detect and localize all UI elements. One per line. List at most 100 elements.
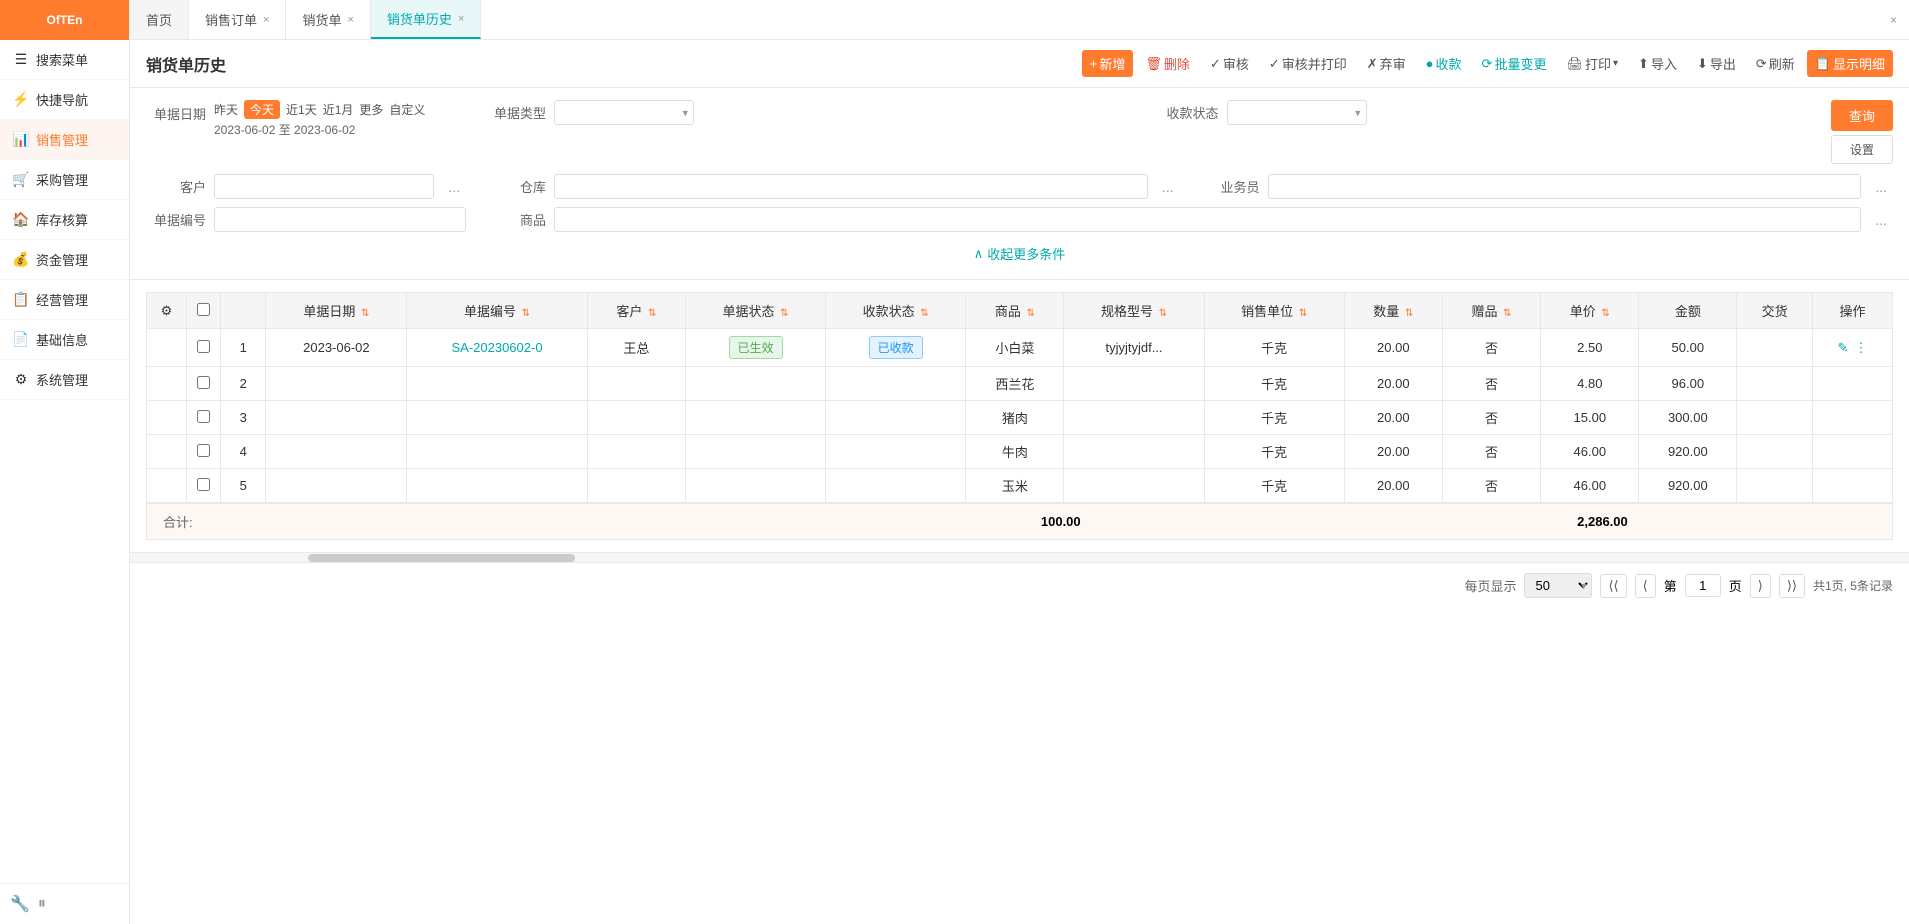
checkbox-cell[interactable] — [187, 401, 221, 435]
date-link-more[interactable]: 更多 — [359, 101, 383, 118]
date-link-7days[interactable]: 近1天 — [286, 101, 317, 118]
abandon-button[interactable]: ✗ 弃审 — [1359, 50, 1414, 77]
doc-status-col-header[interactable]: 单据状态 ⇅ — [685, 293, 825, 329]
goods-filter-input[interactable] — [554, 207, 1861, 232]
unit-price-cell: 4.80 — [1541, 367, 1639, 401]
collect-button[interactable]: ● 收款 — [1418, 50, 1470, 77]
row-checkbox[interactable] — [197, 444, 210, 457]
sidebar-bottom-icon1[interactable]: 🔧 — [10, 894, 30, 914]
audit-print-button[interactable]: ✓ 审核并打印 — [1261, 50, 1355, 77]
customer-filter-input[interactable] — [214, 174, 434, 199]
top-nav: 首页 销售订单 × 销货单 × 销货单历史 × × — [130, 0, 1909, 40]
checkbox-cell[interactable] — [187, 469, 221, 503]
goods-col-header[interactable]: 商品 ⇅ — [966, 293, 1064, 329]
tab-sales-order-label: 销售订单 — [205, 10, 257, 29]
close-sales-history-tab[interactable]: × — [458, 13, 464, 25]
sidebar-item-search-menu[interactable]: ☰ 搜索菜单 — [0, 40, 129, 80]
import-button[interactable]: ⬆ 导入 — [1630, 50, 1685, 77]
salesperson-ellipsis-btn[interactable]: ... — [1869, 177, 1893, 197]
spec-col-header[interactable]: 规格型号 ⇅ — [1064, 293, 1204, 329]
close-all-tabs[interactable]: × — [1878, 0, 1909, 39]
salesperson-filter-input[interactable] — [1268, 174, 1862, 199]
tab-home[interactable]: 首页 — [130, 0, 189, 39]
page-number-input[interactable] — [1685, 574, 1721, 597]
tab-sales-history[interactable]: 销货单历史 × — [371, 0, 481, 39]
checkbox-cell[interactable] — [187, 435, 221, 469]
amount-col-header: 金额 — [1639, 293, 1737, 329]
customer-col-header[interactable]: 客户 ⇅ — [587, 293, 685, 329]
date-link-custom[interactable]: 自定义 — [389, 101, 425, 118]
doc-no-col-header[interactable]: 单据编号 ⇅ — [407, 293, 587, 329]
show-detail-button[interactable]: 📋 显示明细 — [1807, 50, 1893, 77]
tab-sales-delivery[interactable]: 销货单 × — [286, 0, 370, 39]
qty-col-header[interactable]: 数量 ⇅ — [1344, 293, 1442, 329]
warehouse-filter-input[interactable] — [554, 174, 1148, 199]
row-checkbox[interactable] — [197, 340, 210, 353]
settings-button[interactable]: 设置 — [1831, 135, 1893, 164]
delete-button[interactable]: 🗑 删除 — [1137, 50, 1198, 77]
table-body: 1 2023-06-02 SA-20230602-0 王总 已生效 已收款 小白… — [147, 329, 1893, 503]
sidebar-item-sales-mgmt[interactable]: 📊 销售管理 — [0, 120, 129, 160]
collect-status-select[interactable] — [1227, 100, 1367, 125]
date-link-yesterday[interactable]: 昨天 — [214, 101, 238, 118]
sidebar-item-purchase-mgmt[interactable]: 🛒 采购管理 — [0, 160, 129, 200]
tab-sales-order[interactable]: 销售订单 × — [189, 0, 286, 39]
new-button[interactable]: + 新增 — [1082, 50, 1134, 77]
checkbox-cell[interactable] — [187, 367, 221, 401]
query-button[interactable]: 查询 — [1831, 100, 1893, 131]
table-row: 2 西兰花 千克 20.00 否 4.80 96.00 — [147, 367, 1893, 401]
gift-col-header[interactable]: 赠品 ⇅ — [1442, 293, 1540, 329]
sidebar-item-finance[interactable]: 💰 资金管理 — [0, 240, 129, 280]
export-label: 导出 — [1710, 54, 1736, 73]
customer-ellipsis-btn[interactable]: ... — [442, 177, 466, 197]
sidebar-item-base-info[interactable]: 📄 基础信息 — [0, 320, 129, 360]
checkbox-cell[interactable] — [187, 329, 221, 367]
doc-date-col-header[interactable]: 单据日期 ⇅ — [266, 293, 407, 329]
checkbox-col-header[interactable] — [187, 293, 221, 329]
unit-col-header[interactable]: 销售单位 ⇅ — [1204, 293, 1344, 329]
batch-change-button[interactable]: ⟳ 批量变更 — [1474, 50, 1555, 77]
collapse-filter-btn[interactable]: ∧ 收起更多条件 — [146, 240, 1893, 267]
refresh-button[interactable]: ⟳ 刷新 — [1748, 50, 1803, 77]
toolbar: + 新增 🗑 删除 ✓ 审核 ✓ 审核并打印 — [1082, 50, 1893, 77]
row-checkbox[interactable] — [197, 376, 210, 389]
sidebar-item-system-mgmt[interactable]: ⚙ 系统管理 — [0, 360, 129, 400]
doc-no-link[interactable]: SA-20230602-0 — [451, 340, 542, 355]
select-all-checkbox[interactable] — [197, 303, 210, 316]
total-qty-value: 100.00 — [1041, 514, 1081, 529]
print-button[interactable]: 🖨 打印 ▾ — [1558, 50, 1626, 77]
scrollbar-thumb[interactable] — [308, 554, 575, 562]
print-dropdown-icon: ▾ — [1613, 58, 1618, 69]
close-sales-order-tab[interactable]: × — [263, 14, 269, 26]
audit-button[interactable]: ✓ 审核 — [1202, 50, 1257, 77]
finance-icon: 💰 — [12, 251, 30, 269]
horizontal-scrollbar[interactable] — [130, 552, 1909, 562]
close-sales-delivery-tab[interactable]: × — [347, 14, 353, 26]
edit-action-btn[interactable]: ✎ — [1838, 340, 1849, 355]
sidebar-bottom-icon2[interactable]: ⏸ — [38, 895, 46, 913]
sidebar-item-inventory[interactable]: 🏠 库存核算 — [0, 200, 129, 240]
pay-status-col-header[interactable]: 收款状态 ⇅ — [826, 293, 966, 329]
prev-page-btn[interactable]: ⟨ — [1635, 574, 1656, 598]
gear-col-header[interactable]: ⚙ — [147, 293, 187, 329]
date-link-today[interactable]: 今天 — [244, 100, 280, 119]
rownum-col-header — [221, 293, 266, 329]
export-button[interactable]: ⬇ 导出 — [1689, 50, 1744, 77]
unit-price-col-header[interactable]: 单价 ⇅ — [1541, 293, 1639, 329]
doc-type-select[interactable] — [554, 100, 694, 125]
docno-filter-input[interactable] — [214, 207, 466, 232]
goods-ellipsis-btn[interactable]: ... — [1869, 210, 1893, 230]
first-page-btn[interactable]: ⟨⟨ — [1600, 574, 1626, 598]
print-icon: 🖨 — [1566, 56, 1583, 72]
warehouse-ellipsis-btn[interactable]: ... — [1156, 177, 1180, 197]
more-action-btn[interactable]: ⋮ — [1854, 340, 1867, 355]
amount-cell: 920.00 — [1639, 435, 1737, 469]
per-page-select[interactable]: 50 100 — [1524, 573, 1592, 598]
last-page-btn[interactable]: ⟩⟩ — [1779, 574, 1805, 598]
date-link-1month[interactable]: 近1月 — [323, 101, 354, 118]
row-checkbox[interactable] — [197, 410, 210, 423]
sidebar-item-operations[interactable]: 📋 经营管理 — [0, 280, 129, 320]
row-checkbox[interactable] — [197, 478, 210, 491]
next-page-btn[interactable]: ⟩ — [1750, 574, 1771, 598]
sidebar-item-quick-nav[interactable]: ⚡ 快捷导航 — [0, 80, 129, 120]
